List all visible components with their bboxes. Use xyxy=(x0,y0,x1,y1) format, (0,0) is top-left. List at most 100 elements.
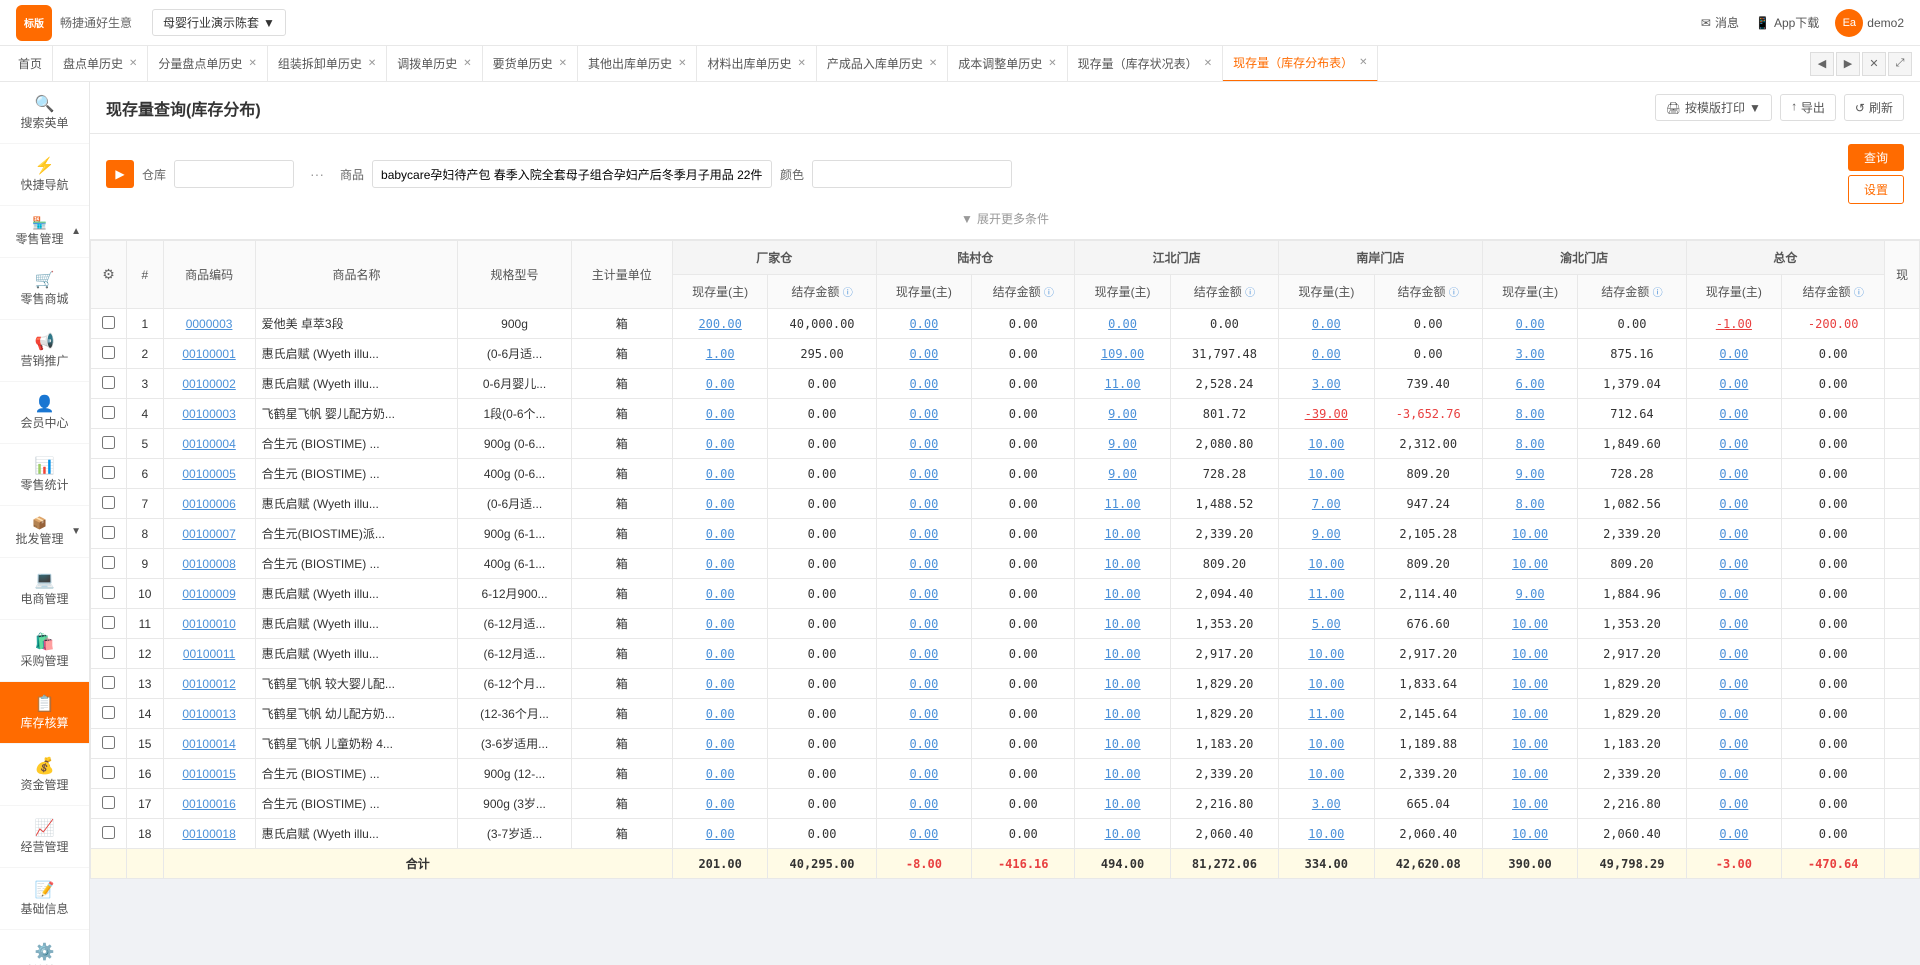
row-nanan-qty[interactable]: 9.00 xyxy=(1279,519,1375,549)
row-code[interactable]: 00100005 xyxy=(163,459,255,489)
row-lucun-qty[interactable]: 0.00 xyxy=(876,549,972,579)
nav-tab-5-close[interactable]: ✕ xyxy=(678,58,686,69)
row-lucun-qty[interactable]: 0.00 xyxy=(876,519,972,549)
row-checkbox[interactable] xyxy=(91,429,127,459)
row-checkbox[interactable] xyxy=(91,399,127,429)
row-nanan-qty[interactable]: 10.00 xyxy=(1279,819,1375,849)
row-lucun-qty[interactable]: 0.00 xyxy=(876,369,972,399)
row-total-qty[interactable]: 0.00 xyxy=(1686,669,1782,699)
row-code[interactable]: 00100009 xyxy=(163,579,255,609)
row-checkbox[interactable] xyxy=(91,459,127,489)
row-nanan-qty[interactable]: 7.00 xyxy=(1279,489,1375,519)
row-nanan-qty[interactable]: 10.00 xyxy=(1279,549,1375,579)
row-factory-qty[interactable]: 0.00 xyxy=(672,819,768,849)
nav-tab-8[interactable]: 成本调整单历史 ✕ xyxy=(948,46,1067,82)
row-jiangbei-qty[interactable]: 10.00 xyxy=(1075,819,1171,849)
row-lucun-qty[interactable]: 0.00 xyxy=(876,489,972,519)
nav-close-btn[interactable]: ✕ xyxy=(1862,52,1886,76)
row-yubei-qty[interactable]: 9.00 xyxy=(1482,579,1578,609)
row-total-qty[interactable]: 0.00 xyxy=(1686,789,1782,819)
row-nanan-qty[interactable]: 10.00 xyxy=(1279,759,1375,789)
row-factory-qty[interactable]: 0.00 xyxy=(672,669,768,699)
nav-tab-0[interactable]: 盘点单历史 ✕ xyxy=(53,46,148,82)
row-nanan-qty[interactable]: 3.00 xyxy=(1279,369,1375,399)
row-jiangbei-qty[interactable]: 9.00 xyxy=(1075,459,1171,489)
row-jiangbei-qty[interactable]: 10.00 xyxy=(1075,759,1171,789)
warehouse-input[interactable] xyxy=(174,160,294,188)
row-lucun-qty[interactable]: 0.00 xyxy=(876,339,972,369)
row-nanan-qty[interactable]: 10.00 xyxy=(1279,459,1375,489)
row-yubei-qty[interactable]: 10.00 xyxy=(1482,759,1578,789)
row-total-qty[interactable]: 0.00 xyxy=(1686,399,1782,429)
row-jiangbei-qty[interactable]: 0.00 xyxy=(1075,309,1171,339)
row-factory-qty[interactable]: 0.00 xyxy=(672,369,768,399)
nav-tab-6-close[interactable]: ✕ xyxy=(797,58,805,69)
row-total-qty[interactable]: 0.00 xyxy=(1686,819,1782,849)
row-total-qty[interactable]: 0.00 xyxy=(1686,699,1782,729)
row-lucun-qty[interactable]: 0.00 xyxy=(876,459,972,489)
row-checkbox[interactable] xyxy=(91,819,127,849)
row-factory-qty[interactable]: 0.00 xyxy=(672,609,768,639)
app-download-button[interactable]: 📱 App下载 xyxy=(1755,14,1819,31)
nav-tab-3-close[interactable]: ✕ xyxy=(463,58,471,69)
row-total-qty[interactable]: 0.00 xyxy=(1686,519,1782,549)
row-checkbox[interactable] xyxy=(91,729,127,759)
row-total-qty[interactable]: 0.00 xyxy=(1686,609,1782,639)
row-jiangbei-qty[interactable]: 10.00 xyxy=(1075,789,1171,819)
row-factory-qty[interactable]: 1.00 xyxy=(672,339,768,369)
row-total-qty[interactable]: 0.00 xyxy=(1686,429,1782,459)
row-jiangbei-qty[interactable]: 10.00 xyxy=(1075,609,1171,639)
row-lucun-qty[interactable]: 0.00 xyxy=(876,819,972,849)
row-lucun-qty[interactable]: 0.00 xyxy=(876,399,972,429)
color-input[interactable] xyxy=(812,160,1012,188)
row-nanan-qty[interactable]: 10.00 xyxy=(1279,639,1375,669)
nav-tab-5[interactable]: 其他出库单历史 ✕ xyxy=(578,46,697,82)
row-nanan-qty[interactable]: 11.00 xyxy=(1279,699,1375,729)
row-yubei-qty[interactable]: 10.00 xyxy=(1482,609,1578,639)
row-checkbox[interactable] xyxy=(91,759,127,789)
row-code[interactable]: 0000003 xyxy=(163,309,255,339)
row-jiangbei-qty[interactable]: 10.00 xyxy=(1075,519,1171,549)
sidebar-item-system[interactable]: ⚙️ 系统管理 xyxy=(0,930,89,965)
row-code[interactable]: 00100013 xyxy=(163,699,255,729)
nav-tab-6[interactable]: 材料出库单历史 ✕ xyxy=(697,46,816,82)
row-checkbox[interactable] xyxy=(91,549,127,579)
row-factory-qty[interactable]: 0.00 xyxy=(672,549,768,579)
row-checkbox[interactable] xyxy=(91,489,127,519)
nav-tab-9[interactable]: 现存量（库存状况表） ✕ xyxy=(1068,46,1223,82)
row-lucun-qty[interactable]: 0.00 xyxy=(876,759,972,789)
row-yubei-qty[interactable]: 10.00 xyxy=(1482,639,1578,669)
sidebar-item-operations[interactable]: 📈 经营管理 xyxy=(0,806,89,868)
nav-tab-0-close[interactable]: ✕ xyxy=(129,58,137,69)
col-settings[interactable]: ⚙ xyxy=(91,241,127,309)
row-checkbox[interactable] xyxy=(91,579,127,609)
row-jiangbei-qty[interactable]: 10.00 xyxy=(1075,549,1171,579)
row-checkbox[interactable] xyxy=(91,609,127,639)
row-factory-qty[interactable]: 0.00 xyxy=(672,789,768,819)
row-lucun-qty[interactable]: 0.00 xyxy=(876,669,972,699)
row-lucun-qty[interactable]: 0.00 xyxy=(876,609,972,639)
row-lucun-qty[interactable]: 0.00 xyxy=(876,729,972,759)
nav-tab-1[interactable]: 分量盘点单历史 ✕ xyxy=(148,46,267,82)
row-total-qty[interactable]: -1.00 xyxy=(1686,309,1782,339)
warehouse-dots-btn[interactable]: ··· xyxy=(302,166,332,182)
sidebar-item-quicknav[interactable]: ⚡ 快捷导航 xyxy=(0,144,89,206)
row-factory-qty[interactable]: 200.00 xyxy=(672,309,768,339)
row-yubei-qty[interactable]: 10.00 xyxy=(1482,819,1578,849)
row-checkbox[interactable] xyxy=(91,669,127,699)
row-code[interactable]: 00100004 xyxy=(163,429,255,459)
sidebar-item-retail-mgmt[interactable]: 🏪 零售管理 ▲ xyxy=(0,206,89,258)
nav-expand-btn[interactable]: ⤢ xyxy=(1888,52,1912,76)
nav-tab-9-close[interactable]: ✕ xyxy=(1204,58,1212,69)
nav-tab-3[interactable]: 调拨单历史 ✕ xyxy=(387,46,482,82)
sidebar-item-members[interactable]: 👤 会员中心 xyxy=(0,382,89,444)
search-button[interactable]: 查询 xyxy=(1848,144,1904,171)
print-button[interactable]: 🖨 按模版打印 ▼ xyxy=(1655,94,1772,121)
row-code[interactable]: 00100016 xyxy=(163,789,255,819)
sidebar-item-finance[interactable]: 💰 资金管理 xyxy=(0,744,89,806)
row-jiangbei-qty[interactable]: 9.00 xyxy=(1075,399,1171,429)
row-total-qty[interactable]: 0.00 xyxy=(1686,759,1782,789)
row-lucun-qty[interactable]: 0.00 xyxy=(876,309,972,339)
row-nanan-qty[interactable]: 0.00 xyxy=(1279,339,1375,369)
row-yubei-qty[interactable]: 10.00 xyxy=(1482,789,1578,819)
